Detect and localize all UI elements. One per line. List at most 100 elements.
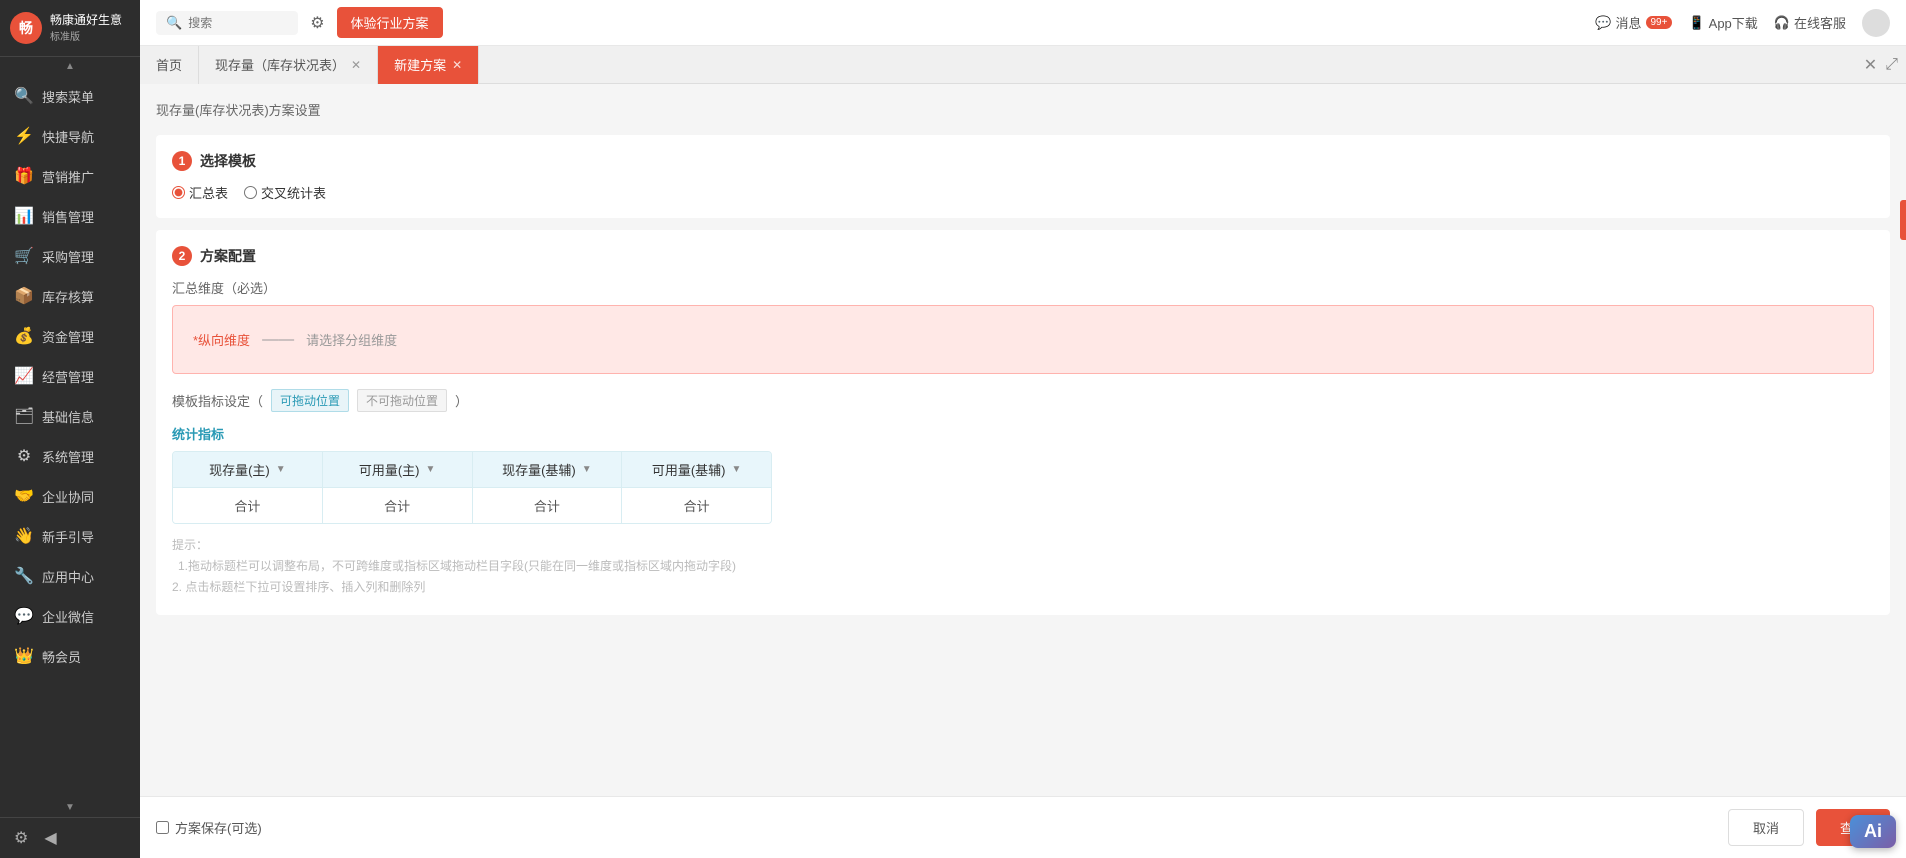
chevron-down-icon-0: ▼ [276, 464, 286, 475]
indicator-setting-suffix: ） [455, 391, 468, 410]
tab-new-plan[interactable]: 新建方案 ✕ [378, 46, 479, 84]
ai-badge[interactable]: Ai [1850, 815, 1896, 848]
tab-home[interactable]: 首页 [140, 46, 199, 84]
stats-col-0-header[interactable]: 现存量(主) ▼ [173, 452, 322, 487]
sidebar-item-purchase[interactable]: 🛒 采购管理 [0, 236, 140, 276]
radio-cross[interactable]: 交叉统计表 [244, 183, 326, 202]
save-checkbox[interactable] [156, 821, 169, 834]
stats-body-col-3: 合计 [622, 487, 771, 523]
sidebar-scroll-up[interactable]: ▲ [0, 57, 140, 76]
search-menu-icon: 🔍 [14, 86, 34, 106]
sidebar-bottom: ⚙ ◀ [0, 817, 140, 858]
tips-section: 提示： 1.拖动标题栏可以调整布局，不可跨维度或指标区域拖动栏目字段(只能在同一… [172, 536, 1874, 595]
sidebar-scroll-down[interactable]: ▼ [0, 798, 140, 817]
tabs-bar: 首页 现存量（库存状况表） ✕ 新建方案 ✕ ✕ ⤢ [140, 46, 1906, 84]
search-input[interactable] [188, 16, 288, 30]
new-plan-tab-close-icon[interactable]: ✕ [452, 58, 462, 72]
stats-label: 统计指标 [172, 424, 1874, 443]
stats-col-3-header[interactable]: 可用量(基辅) ▼ [622, 452, 771, 487]
radio-summary-input[interactable] [172, 186, 185, 199]
sidebar-item-member[interactable]: 👑 畅会员 [0, 636, 140, 676]
sidebar-item-inventory[interactable]: 📦 库存核算 [0, 276, 140, 316]
sidebar-item-label: 新手引导 [42, 527, 94, 546]
sidebar-item-label: 企业协同 [42, 487, 94, 506]
sidebar-item-marketing[interactable]: 🎁 营销推广 [0, 156, 140, 196]
save-label: 方案保存(可选) [175, 818, 262, 837]
step2-number: 2 [172, 246, 192, 266]
stats-col-2: 现存量(基辅) ▼ [473, 452, 623, 487]
sidebar-item-wechat[interactable]: 💬 企业微信 [0, 596, 140, 636]
service-button[interactable]: 🎧 在线客服 [1774, 13, 1846, 32]
tab-inventory-status[interactable]: 现存量（库存状况表） ✕ [199, 46, 378, 84]
inventory-tab-close-icon[interactable]: ✕ [351, 58, 361, 72]
radio-cross-input[interactable] [244, 186, 257, 199]
sidebar-item-basic-info[interactable]: 🗂 基础信息 [0, 396, 140, 436]
sidebar-item-newbie[interactable]: 👋 新手引导 [0, 516, 140, 556]
trial-button[interactable]: 体验行业方案 [337, 7, 443, 38]
cancel-button[interactable]: 取消 [1728, 809, 1804, 846]
sidebar-item-label: 营销推广 [42, 167, 94, 186]
dimension-label: 汇总维度（必选） [172, 278, 1874, 297]
sidebar-item-enterprise[interactable]: 🤝 企业协同 [0, 476, 140, 516]
member-icon: 👑 [14, 646, 34, 666]
stats-body-col-2: 合计 [473, 487, 623, 523]
window-expand-icon[interactable]: ⤢ [1885, 56, 1898, 74]
radio-summary-label: 汇总表 [189, 183, 228, 202]
step2-card: 2 方案配置 汇总维度（必选） *纵向维度 —— 请选择分组维度 模板指标设定（… [156, 230, 1890, 615]
new-plan-tab-label: 新建方案 [394, 55, 446, 74]
sidebar-item-system[interactable]: ⚙ 系统管理 [0, 436, 140, 476]
stats-table-body: 合计 合计 合计 合计 [173, 487, 771, 523]
sidebar-item-quicknav[interactable]: ⚡ 快捷导航 [0, 116, 140, 156]
sidebar-item-label: 资金管理 [42, 327, 94, 346]
collapse-icon[interactable]: ◀ [44, 828, 56, 848]
enterprise-icon: 🤝 [14, 486, 34, 506]
window-close-icon[interactable]: ✕ [1864, 55, 1877, 75]
sidebar-item-apps[interactable]: 🔧 应用中心 [0, 556, 140, 596]
main-content: 现存量(库存状况表)方案设置 1 选择模板 汇总表 交叉统计表 2 [140, 84, 1906, 796]
stats-table-header: 现存量(主) ▼ 可用量(主) ▼ 现存量(基辅) ▼ [173, 452, 771, 487]
sidebar-item-label: 基础信息 [42, 407, 94, 426]
dimension-error-box: *纵向维度 —— 请选择分组维度 [172, 305, 1874, 374]
inventory-tab-label: 现存量（库存状况表） [215, 55, 345, 74]
sidebar-item-label: 经营管理 [42, 367, 94, 386]
indicator-fixed-tag: 不可拖动位置 [357, 389, 447, 412]
stats-col-2-header[interactable]: 现存量(基辅) ▼ [473, 452, 622, 487]
stats-col-0: 现存量(主) ▼ [173, 452, 323, 487]
radio-summary[interactable]: 汇总表 [172, 183, 228, 202]
user-avatar[interactable] [1862, 9, 1890, 37]
topbar-right: 💬 消息 99+ 📱 App下载 🎧 在线客服 [1595, 9, 1890, 37]
indicator-setting-row: 模板指标设定（ 可拖动位置 不可拖动位置 ） [172, 389, 1874, 412]
resize-handle[interactable] [1900, 200, 1906, 240]
stats-col-3-label: 可用量(基辅) [652, 460, 726, 479]
quick-nav-icon: ⚡ [14, 126, 34, 146]
step2-title: 方案配置 [200, 246, 256, 266]
settings-gear-icon[interactable]: ⚙ [310, 13, 324, 33]
newbie-icon: 👋 [14, 526, 34, 546]
tips-header: 提示： [172, 536, 1874, 553]
indicator-movable-tag: 可拖动位置 [271, 389, 349, 412]
step1-title: 选择模板 [200, 151, 256, 171]
sidebar-item-finance[interactable]: 💰 资金管理 [0, 316, 140, 356]
chevron-down-icon-1: ▼ [426, 464, 436, 475]
indicator-setting-prefix: 模板指标设定（ [172, 391, 263, 410]
stats-col-1-header[interactable]: 可用量(主) ▼ [323, 452, 472, 487]
messages-button[interactable]: 💬 消息 99+ [1595, 13, 1672, 32]
sidebar-item-label: 快捷导航 [42, 127, 94, 146]
app-edition: 标准版 [50, 28, 122, 43]
app-download-label: App下载 [1709, 13, 1758, 32]
sidebar-item-sales[interactable]: 📊 销售管理 [0, 196, 140, 236]
settings-icon[interactable]: ⚙ [14, 828, 28, 848]
app-download-button[interactable]: 📱 App下载 [1688, 13, 1757, 32]
search-icon: 🔍 [166, 15, 182, 31]
system-icon: ⚙ [14, 446, 34, 466]
sidebar-item-search[interactable]: 🔍 搜索菜单 [0, 76, 140, 116]
sidebar-item-operations[interactable]: 📈 经营管理 [0, 356, 140, 396]
messages-badge: 99+ [1646, 16, 1673, 29]
tip-text-1: 1.拖动标题栏可以调整布局，不可跨维度或指标区域拖动栏目字段(只能在同一维度或指… [178, 557, 736, 574]
search-box[interactable]: 🔍 [156, 11, 298, 35]
window-controls: ✕ ⤢ [1864, 55, 1906, 75]
stats-col-3: 可用量(基辅) ▼ [622, 452, 771, 487]
headset-icon: 🎧 [1774, 15, 1790, 31]
marketing-icon: 🎁 [14, 166, 34, 186]
save-checkbox-label[interactable]: 方案保存(可选) [156, 818, 262, 837]
